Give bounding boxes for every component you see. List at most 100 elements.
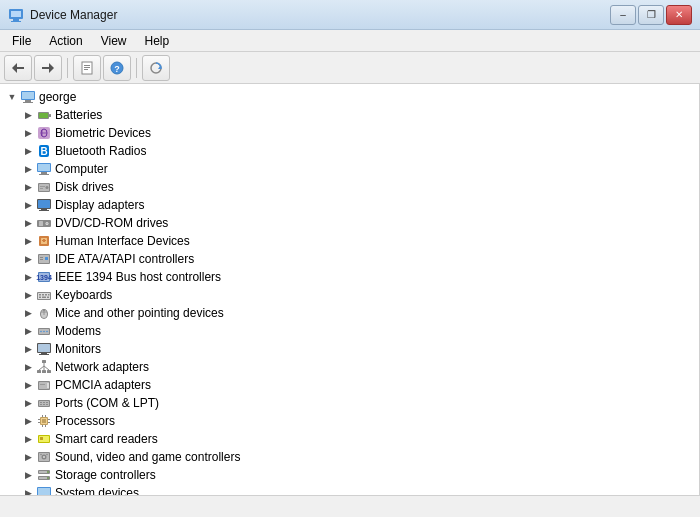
- tree-item-ide[interactable]: ▶ IDE ATA/ATAPI controllers: [0, 250, 699, 268]
- sound-label: Sound, video and game controllers: [55, 450, 240, 464]
- disk-toggle[interactable]: ▶: [20, 179, 36, 195]
- properties-button[interactable]: [73, 55, 101, 81]
- tree-item-storage[interactable]: ▶ Storage controllers: [0, 466, 699, 484]
- tree-item-keyboard[interactable]: ▶ Keyboards: [0, 286, 699, 304]
- svg-rect-43: [39, 221, 43, 226]
- system-toggle[interactable]: ▶: [20, 485, 36, 495]
- status-bar: [0, 495, 700, 517]
- computer-toggle[interactable]: ▶: [20, 161, 36, 177]
- smartcard-toggle[interactable]: ▶: [20, 431, 36, 447]
- tree-item-smartcard[interactable]: ▶ Smart card readers: [0, 430, 699, 448]
- svg-rect-3: [11, 21, 21, 22]
- network-label: Network adapters: [55, 360, 149, 374]
- menu-view[interactable]: View: [93, 32, 135, 50]
- svg-rect-129: [38, 488, 50, 495]
- tree-root[interactable]: ▼ george: [0, 88, 699, 106]
- svg-point-120: [40, 454, 42, 456]
- svg-rect-92: [40, 384, 45, 385]
- hid-toggle[interactable]: ▶: [20, 233, 36, 249]
- menu-action[interactable]: Action: [41, 32, 90, 50]
- svg-rect-59: [38, 293, 50, 299]
- tree-item-mouse[interactable]: ▶ Mice and other pointing devices: [0, 304, 699, 322]
- svg-point-95: [40, 402, 41, 403]
- tree-item-modem[interactable]: ▶ Modems: [0, 322, 699, 340]
- hid-label: Human Interface Devices: [55, 234, 190, 248]
- bluetooth-toggle[interactable]: ▶: [20, 143, 36, 159]
- svg-rect-78: [38, 344, 50, 352]
- svg-rect-91: [47, 383, 49, 388]
- tree-item-sound[interactable]: ▶ Sound, video and game controllers: [0, 448, 699, 466]
- tree-item-processor[interactable]: ▶ Processors: [0, 412, 699, 430]
- tree-item-pcmcia[interactable]: ▶ PCMCIA adapters: [0, 376, 699, 394]
- menu-help[interactable]: Help: [137, 32, 178, 50]
- svg-text:1394: 1394: [36, 274, 52, 281]
- svg-rect-123: [39, 471, 47, 473]
- svg-rect-61: [42, 294, 44, 296]
- processor-toggle[interactable]: ▶: [20, 413, 36, 429]
- ide-toggle[interactable]: ▶: [20, 251, 36, 267]
- root-toggle[interactable]: ▼: [4, 89, 20, 105]
- disk-label: Disk drives: [55, 180, 114, 194]
- tree-item-disk[interactable]: ▶ Disk drives: [0, 178, 699, 196]
- tree-item-computer[interactable]: ▶ Computer: [0, 160, 699, 178]
- dvd-toggle[interactable]: ▶: [20, 215, 36, 231]
- back-button[interactable]: [4, 55, 32, 81]
- scan-button[interactable]: [142, 55, 170, 81]
- svg-rect-83: [47, 370, 51, 373]
- restore-button[interactable]: ❐: [638, 5, 664, 25]
- pcmcia-toggle[interactable]: ▶: [20, 377, 36, 393]
- forward-button[interactable]: [34, 55, 62, 81]
- main-area: ▼ george ▶ Batteries: [0, 84, 700, 495]
- ide-label: IDE ATA/ATAPI controllers: [55, 252, 194, 266]
- tree-item-network[interactable]: ▶ Network adapters: [0, 358, 699, 376]
- svg-rect-39: [38, 200, 50, 208]
- tree-item-monitor[interactable]: ▶ Monitors: [0, 340, 699, 358]
- keyboard-toggle[interactable]: ▶: [20, 287, 36, 303]
- svg-text:?: ?: [114, 64, 120, 74]
- tree-item-batteries[interactable]: ▶ Batteries: [0, 106, 699, 124]
- tree-item-display[interactable]: ▶ Display adapters: [0, 196, 699, 214]
- window-controls: – ❐ ✕: [610, 5, 692, 25]
- batteries-toggle[interactable]: ▶: [20, 107, 36, 123]
- close-button[interactable]: ✕: [666, 5, 692, 25]
- display-toggle[interactable]: ▶: [20, 197, 36, 213]
- tree-item-bluetooth[interactable]: ▶ B Bluetooth Radios: [0, 142, 699, 160]
- tree-item-system[interactable]: ▶ System devices: [0, 484, 699, 495]
- svg-rect-1: [11, 11, 21, 17]
- dvd-label: DVD/CD-ROM drives: [55, 216, 168, 230]
- mouse-toggle[interactable]: ▶: [20, 305, 36, 321]
- monitor-toggle[interactable]: ▶: [20, 341, 36, 357]
- mouse-label: Mice and other pointing devices: [55, 306, 224, 320]
- menu-file[interactable]: File: [4, 32, 39, 50]
- svg-point-124: [47, 471, 49, 473]
- svg-rect-49: [43, 239, 45, 242]
- dvd-icon: [36, 215, 52, 231]
- svg-rect-53: [40, 259, 43, 260]
- svg-rect-81: [42, 360, 46, 363]
- tree-item-ieee[interactable]: ▶ 1394 IEEE 1394 Bus host controllers: [0, 268, 699, 286]
- device-tree[interactable]: ▼ george ▶ Batteries: [0, 84, 700, 495]
- minimize-button[interactable]: –: [610, 5, 636, 25]
- ide-icon: [36, 251, 52, 267]
- ieee-toggle[interactable]: ▶: [20, 269, 36, 285]
- modem-toggle[interactable]: ▶: [20, 323, 36, 339]
- tree-item-ports[interactable]: ▶ Ports (COM & LPT): [0, 394, 699, 412]
- help-button[interactable]: ?: [103, 55, 131, 81]
- title-bar: Device Manager – ❐ ✕: [0, 0, 700, 30]
- toolbar-separator-2: [136, 58, 137, 78]
- tree-item-biometric[interactable]: ▶ Biometric Devices: [0, 124, 699, 142]
- network-toggle[interactable]: ▶: [20, 359, 36, 375]
- bluetooth-icon: B: [36, 143, 52, 159]
- svg-rect-11: [84, 69, 88, 70]
- sound-toggle[interactable]: ▶: [20, 449, 36, 465]
- biometric-toggle[interactable]: ▶: [20, 125, 36, 141]
- computer-icon: [20, 89, 36, 105]
- tree-item-hid[interactable]: ▶ Human Interface Devices: [0, 232, 699, 250]
- storage-toggle[interactable]: ▶: [20, 467, 36, 483]
- tree-item-dvd[interactable]: ▶ DVD/CD-ROM drives: [0, 214, 699, 232]
- svg-rect-111: [45, 425, 46, 427]
- root-label: george: [39, 90, 76, 104]
- svg-rect-9: [84, 65, 90, 66]
- ports-toggle[interactable]: ▶: [20, 395, 36, 411]
- svg-point-97: [46, 402, 47, 403]
